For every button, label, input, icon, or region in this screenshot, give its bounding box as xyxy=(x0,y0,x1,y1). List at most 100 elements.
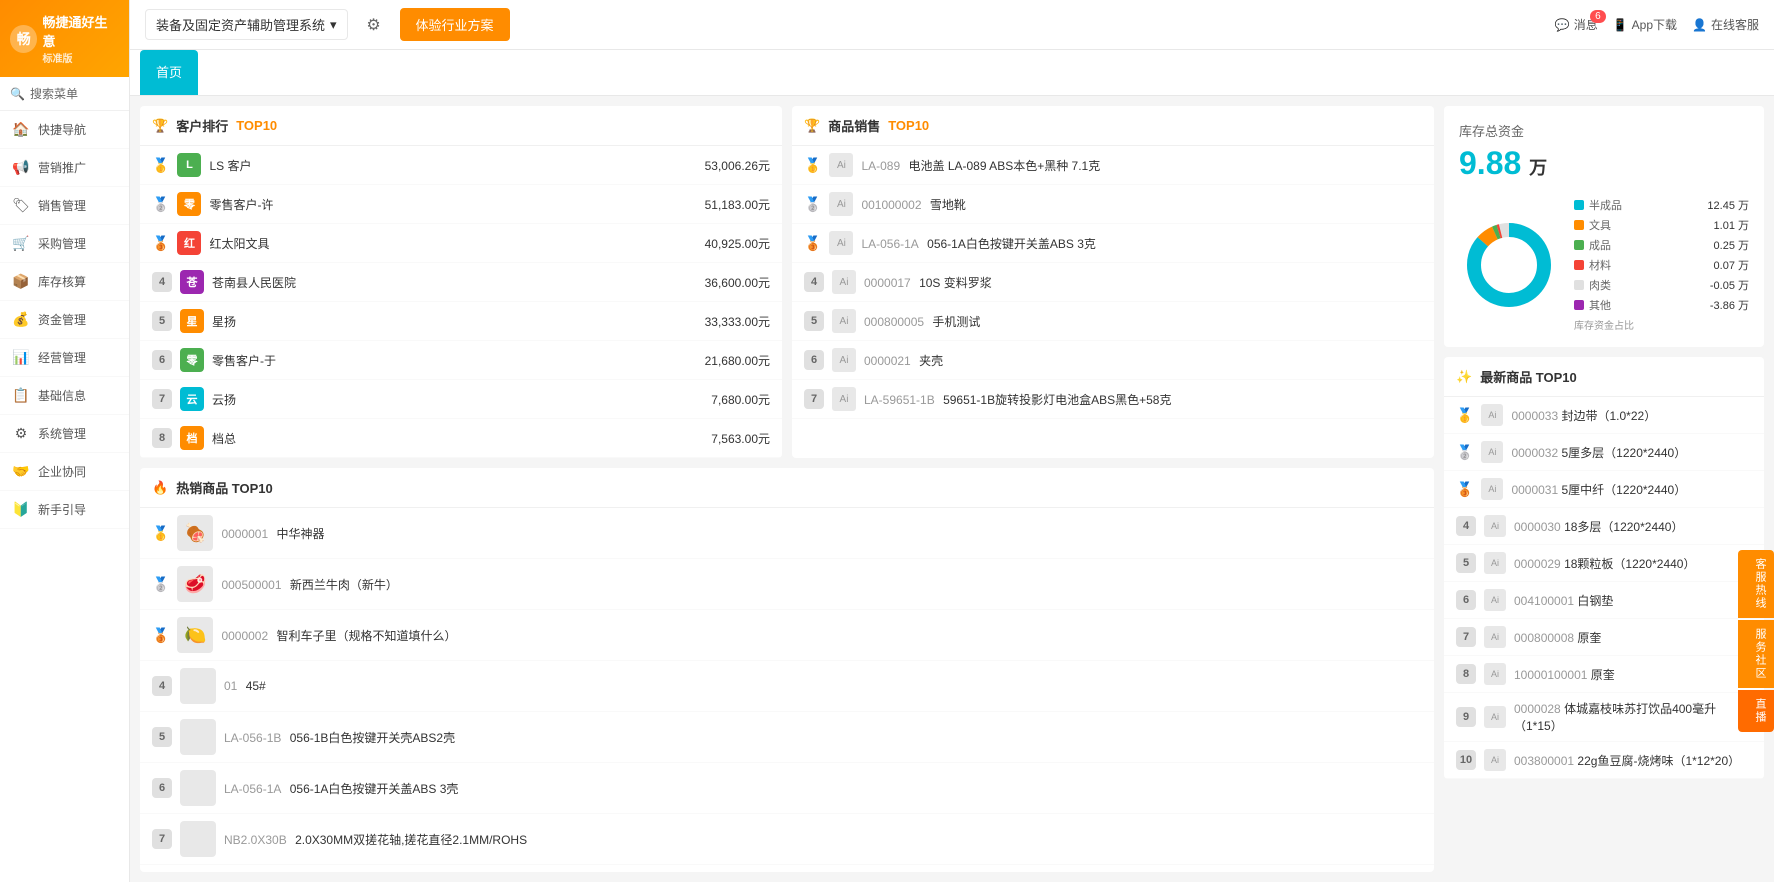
customer-rank-item: 8 档 档总 7,563.00元 xyxy=(140,419,782,458)
hot-product-item: 5 LA-056-1B 056-1B白色按键开关壳ABS2壳 xyxy=(140,712,1434,763)
customer-rank-item: 5 星 星扬 33,333.00元 xyxy=(140,302,782,341)
sidebar-item-system[interactable]: ⚙ 系统管理 xyxy=(0,415,129,453)
sidebar-item-marketing[interactable]: 📢 营销推广 xyxy=(0,149,129,187)
rank-number: 5 xyxy=(152,727,172,747)
customer-rank-item: 🥉 红 红太阳文具 40,925.00元 xyxy=(140,224,782,263)
product-rank-item: 🥈 Ai 001000002 雪地靴 xyxy=(792,185,1434,224)
customer-ranking-title: 客户排行 xyxy=(176,116,228,135)
app-logo: 畅 畅捷通好生意 标准版 xyxy=(0,0,129,77)
rank-number: 7 xyxy=(152,389,172,409)
sales-icon: 🏷 xyxy=(12,197,30,214)
hot-product-info: NB2.0X30B 2.0X30MM双搓花轴,搓花直径2.1MM/ROHS xyxy=(224,831,1422,848)
customer-amount: 53,006.26元 xyxy=(705,157,770,174)
trophy-icon: 🏆 xyxy=(804,118,820,134)
settings-button[interactable]: ⚙ xyxy=(358,9,390,41)
app-download-button[interactable]: 📱 App下载 xyxy=(1613,16,1677,33)
product-thumbnail: Ai xyxy=(829,231,853,255)
new-product-thumbnail: Ai xyxy=(1484,706,1506,728)
product-rank-item: 7 Ai LA-59651-1B 59651-1B旋转投影灯电池盒ABS黑色+5… xyxy=(792,380,1434,419)
new-product-item: 8 Ai 10000100001 原奎 xyxy=(1444,656,1764,693)
new-product-info: 0000030 18多层（1220*2440） xyxy=(1514,518,1752,535)
hot-product-name: 056-1B白色按键开关壳ABS2壳 xyxy=(290,731,455,745)
app-subtitle: 标准版 xyxy=(42,50,119,65)
product-ranking-title: 商品销售 xyxy=(828,116,880,135)
community-button[interactable]: 服务社区 xyxy=(1738,620,1774,688)
main-area: 装备及固定资产辅助管理系统 ▾ ⚙ 体验行业方案 💬 消息 6 📱 App下载 … xyxy=(130,0,1774,882)
product-rank-item: 🥉 Ai LA-056-1A 056-1A白色按键开关盖ABS 3克 xyxy=(792,224,1434,263)
legend-color-icon xyxy=(1574,300,1584,310)
hot-product-code: 000500001 xyxy=(221,578,281,592)
product-rank-item: 4 Ai 0000017 10S 变料罗浆 xyxy=(792,263,1434,302)
sidebar-item-sales[interactable]: 🏷 销售管理 xyxy=(0,187,129,225)
customer-name: 红太阳文具 xyxy=(209,235,696,252)
trial-button[interactable]: 体验行业方案 xyxy=(400,8,510,41)
new-icon: ✨ xyxy=(1456,369,1472,385)
product-code: 0000017 xyxy=(864,276,911,290)
new-product-info: 0000031 5厘中纤（1220*2440） xyxy=(1511,481,1752,498)
legend-color-icon xyxy=(1574,240,1584,250)
app-download-label: App下载 xyxy=(1632,16,1677,33)
inventory-chart-area: 半成品 12.45 万 文具 1.01 万 成品 0.25 万 xyxy=(1459,197,1749,332)
hot-product-code: LA-056-1A xyxy=(224,782,281,796)
hot-product-item: 4 01 45# xyxy=(140,661,1434,712)
new-product-item: 6 Ai 004100001 白钢垫 xyxy=(1444,582,1764,619)
new-product-item: 🥉 Ai 0000031 5厘中纤（1220*2440） xyxy=(1444,471,1764,508)
sidebar-item-guide[interactable]: 🔰 新手引导 xyxy=(0,491,129,529)
bronze-trophy-icon: 🥉 xyxy=(1456,481,1473,498)
hot-products-header: 🔥 热销商品 TOP10 xyxy=(140,468,1434,508)
new-product-item: 🥇 Ai 0000033 封边带（1.0*22） xyxy=(1444,397,1764,434)
rank-number: 5 xyxy=(152,311,172,331)
hot-product-info: 0000001 中华神器 xyxy=(221,525,1422,542)
sidebar-item-inventory[interactable]: 📦 库存核算 xyxy=(0,263,129,301)
sidebar-item-operation[interactable]: 📊 经营管理 xyxy=(0,339,129,377)
sidebar-item-purchase[interactable]: 🛒 采购管理 xyxy=(0,225,129,263)
sidebar-item-basic-info[interactable]: 📋 基础信息 xyxy=(0,377,129,415)
sidebar-item-enterprise[interactable]: 🤝 企业协同 xyxy=(0,453,129,491)
new-product-info: 10000100001 原奎 xyxy=(1514,666,1752,683)
system-icon: ⚙ xyxy=(12,425,30,442)
online-service-label: 在线客服 xyxy=(1711,16,1759,33)
hot-product-item: 🥈 🥩 000500001 新西兰牛肉（新牛） xyxy=(140,559,1434,610)
customer-name: 零售客户-许 xyxy=(209,196,696,213)
tab-home[interactable]: 首页 xyxy=(140,50,198,95)
rank-number: 8 xyxy=(1456,664,1476,684)
product-code: 0000021 xyxy=(864,354,911,368)
home-icon: 🏠 xyxy=(12,121,30,138)
sidebar-item-label: 营销推广 xyxy=(38,159,86,176)
customer-name: 星扬 xyxy=(212,313,697,330)
hot-product-item: 7 NB2.0X30B 2.0X30MM双搓花轴,搓花直径2.1MM/ROHS xyxy=(140,814,1434,865)
product-rank-item: 6 Ai 0000021 夹壳 xyxy=(792,341,1434,380)
new-product-item: 7 Ai 000800008 原奎 xyxy=(1444,619,1764,656)
customer-name: 档总 xyxy=(212,430,703,447)
search-menu[interactable]: 🔍 搜索菜单 xyxy=(0,77,129,111)
message-button[interactable]: 💬 消息 6 xyxy=(1555,16,1598,33)
product-image: 🍖 xyxy=(177,515,213,551)
app-title: 畅捷通好生意 xyxy=(42,12,119,50)
product-code: LA-056-1A xyxy=(861,237,918,251)
basic-info-icon: 📋 xyxy=(12,387,30,404)
service-icon: 👤 xyxy=(1692,18,1707,32)
hot-product-item: 8 0000011 12070519-xs xyxy=(140,865,1434,872)
system-selector[interactable]: 装备及固定资产辅助管理系统 ▾ xyxy=(145,9,348,40)
customer-avatar: 苍 xyxy=(180,270,204,294)
rank-number: 5 xyxy=(1456,553,1476,573)
customer-name: 苍南县人民医院 xyxy=(212,274,697,291)
legend-item: 肉类 -0.05 万 xyxy=(1574,277,1749,293)
customer-avatar: 零 xyxy=(180,348,204,372)
product-name: 10S 变料罗浆 xyxy=(919,276,992,290)
new-product-info: 0000028 体城嘉枝味苏打饮品400毫升（1*15） xyxy=(1514,700,1752,734)
online-service-button[interactable]: 👤 在线客服 xyxy=(1692,16,1759,33)
sidebar-item-finance[interactable]: 💰 资金管理 xyxy=(0,301,129,339)
hot-products-panel: 🔥 热销商品 TOP10 🥇 🍖 0000001 xyxy=(140,468,1434,872)
live-button[interactable]: 直播 xyxy=(1738,690,1774,732)
hot-product-code: 0000001 xyxy=(221,527,268,541)
customer-name: 云扬 xyxy=(212,391,703,408)
product-name: 夹壳 xyxy=(919,354,943,368)
customer-service-button[interactable]: 客服热线 xyxy=(1738,550,1774,618)
sidebar-item-label: 快捷导航 xyxy=(38,121,86,138)
customer-avatar: 红 xyxy=(177,231,201,255)
hot-product-info: 01 45# xyxy=(224,679,1422,693)
sidebar-item-quick-nav[interactable]: 🏠 快捷导航 xyxy=(0,111,129,149)
rank-number: 10 xyxy=(1456,750,1476,770)
product-code: 001000002 xyxy=(861,198,921,212)
